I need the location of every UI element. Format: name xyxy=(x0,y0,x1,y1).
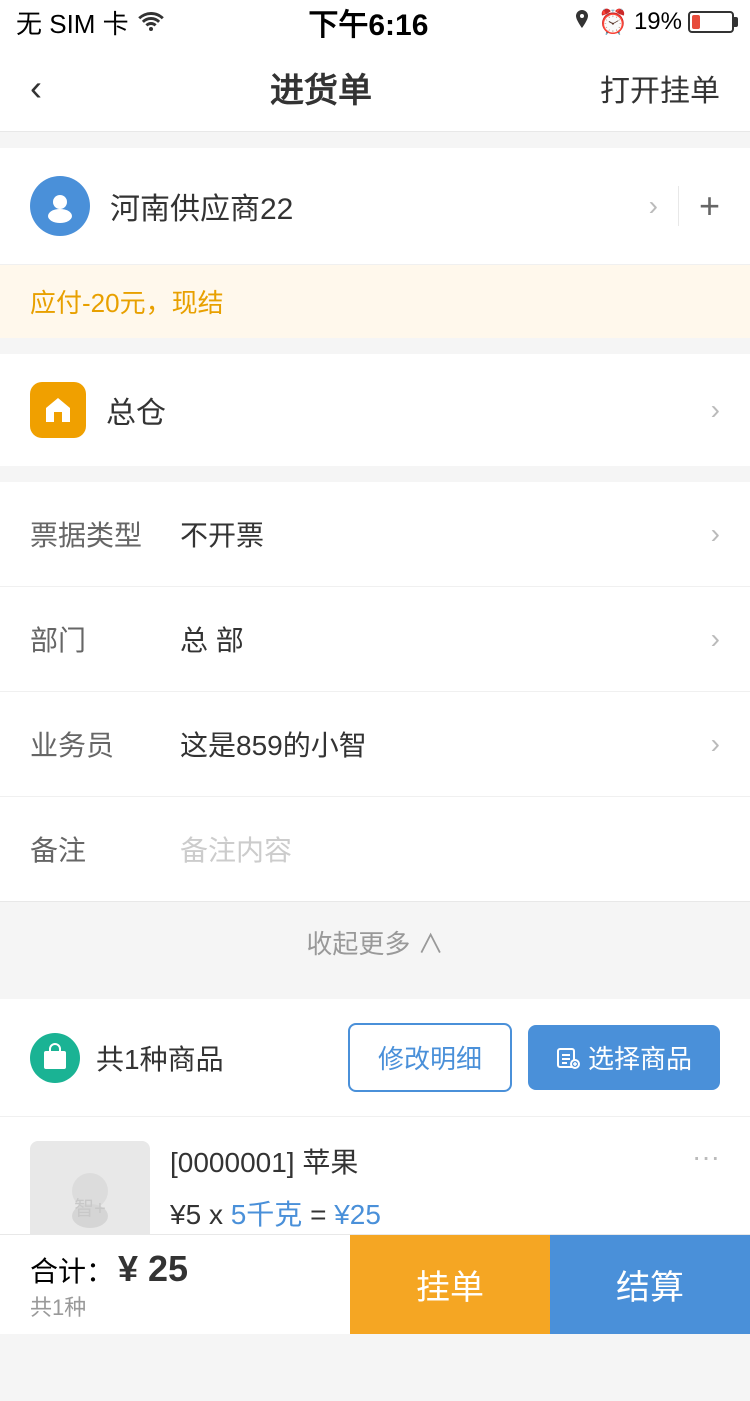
products-count: 共1种商品 xyxy=(96,1038,332,1078)
remark-label: 备注 xyxy=(30,829,150,869)
supplier-avatar xyxy=(30,176,90,236)
salesman-chevron-icon: › xyxy=(711,728,720,760)
salesman-label: 业务员 xyxy=(30,724,150,764)
salesman-row[interactable]: 业务员 这是859的小智 › xyxy=(0,691,750,796)
quantity: 5千克 xyxy=(231,1199,303,1230)
select-products-button[interactable]: 选择商品 xyxy=(528,1025,720,1090)
warehouse-chevron-icon: › xyxy=(711,394,720,426)
products-header: 共1种商品 修改明细 选择商品 xyxy=(0,999,750,1116)
warehouse-icon xyxy=(30,382,86,438)
department-row[interactable]: 部门 总 部 › xyxy=(0,586,750,691)
product-price: ¥5 x 5千克 = ¥25 xyxy=(170,1193,672,1233)
multiply-sign: x xyxy=(209,1199,231,1230)
collapse-bar[interactable]: 收起更多 ∧ xyxy=(0,901,750,983)
gap-1 xyxy=(0,132,750,148)
ticket-type-row[interactable]: 票据类型 不开票 › xyxy=(0,482,750,586)
department-value: 总 部 xyxy=(150,619,711,659)
divider xyxy=(678,186,679,226)
remark-row[interactable]: 备注 备注内容 xyxy=(0,796,750,901)
status-left: 无 SIM 卡 xyxy=(16,4,165,41)
total-price: ¥25 xyxy=(334,1199,381,1230)
page-title: 进货单 xyxy=(270,63,372,112)
equals-sign: = xyxy=(310,1199,334,1230)
total-label: 合计： xyxy=(30,1250,114,1290)
supplier-name: 河南供应商22 xyxy=(110,184,649,228)
battery-icon xyxy=(688,8,734,36)
product-title: 苹果 xyxy=(302,1147,358,1178)
unit-price: ¥5 xyxy=(170,1199,201,1230)
alarm-icon: ⏰ xyxy=(598,8,628,37)
products-icon xyxy=(30,1033,80,1083)
product-more-button[interactable]: ··· xyxy=(692,1141,720,1173)
select-products-label: 选择商品 xyxy=(588,1039,692,1076)
status-time: 下午6:16 xyxy=(308,0,428,44)
form-section: 票据类型 不开票 › 部门 总 部 › 业务员 这是859的小智 › 备注 备注… xyxy=(0,482,750,983)
back-button[interactable]: ‹ xyxy=(30,67,42,109)
open-pending-button[interactable]: 打开挂单 xyxy=(600,66,720,110)
total-amount: ¥ 25 xyxy=(118,1248,188,1290)
department-chevron-icon: › xyxy=(711,623,720,655)
edit-details-button[interactable]: 修改明细 xyxy=(348,1023,512,1092)
pending-button[interactable]: 挂单 xyxy=(350,1235,550,1334)
ticket-type-value: 不开票 xyxy=(150,514,711,554)
carrier-text: 无 SIM 卡 xyxy=(16,4,129,41)
product-info: [0000001] 苹果 ¥5 x 5千克 = ¥25 xyxy=(170,1141,672,1233)
bottom-total: 合计： ¥ 25 共1种 xyxy=(0,1235,350,1334)
battery-text: 19% xyxy=(634,8,682,36)
ticket-type-label: 票据类型 xyxy=(30,514,150,554)
bottom-bar: 合计： ¥ 25 共1种 挂单 结算 xyxy=(0,1234,750,1334)
remark-input[interactable]: 备注内容 xyxy=(150,829,720,869)
nav-bar: ‹ 进货单 打开挂单 xyxy=(0,44,750,132)
add-supplier-button[interactable]: + xyxy=(699,185,720,227)
notice-bar: 应付-20元，现结 xyxy=(0,265,750,338)
product-code: [0000001] xyxy=(170,1147,295,1178)
product-name: [0000001] 苹果 xyxy=(170,1141,672,1181)
warehouse-label: 总仓 xyxy=(106,388,711,432)
svg-text:智+: 智+ xyxy=(74,1197,106,1220)
department-label: 部门 xyxy=(30,619,150,659)
status-right: ⏰ 19% xyxy=(572,8,734,37)
status-bar: 无 SIM 卡 下午6:16 ⏰ 19% xyxy=(0,0,750,44)
total-sub: 共1种 xyxy=(30,1290,350,1322)
location-icon xyxy=(572,8,592,36)
warehouse-section: 总仓 › xyxy=(0,354,750,466)
salesman-value: 这是859的小智 xyxy=(150,724,711,764)
supplier-row[interactable]: 河南供应商22 › + xyxy=(0,148,750,265)
wifi-icon xyxy=(137,7,165,38)
settle-button[interactable]: 结算 xyxy=(550,1235,750,1334)
supplier-section: 河南供应商22 › + 应付-20元，现结 xyxy=(0,148,750,338)
supplier-chevron-icon: › xyxy=(649,190,658,222)
warehouse-row[interactable]: 总仓 › xyxy=(0,354,750,466)
ticket-type-chevron-icon: › xyxy=(711,518,720,550)
